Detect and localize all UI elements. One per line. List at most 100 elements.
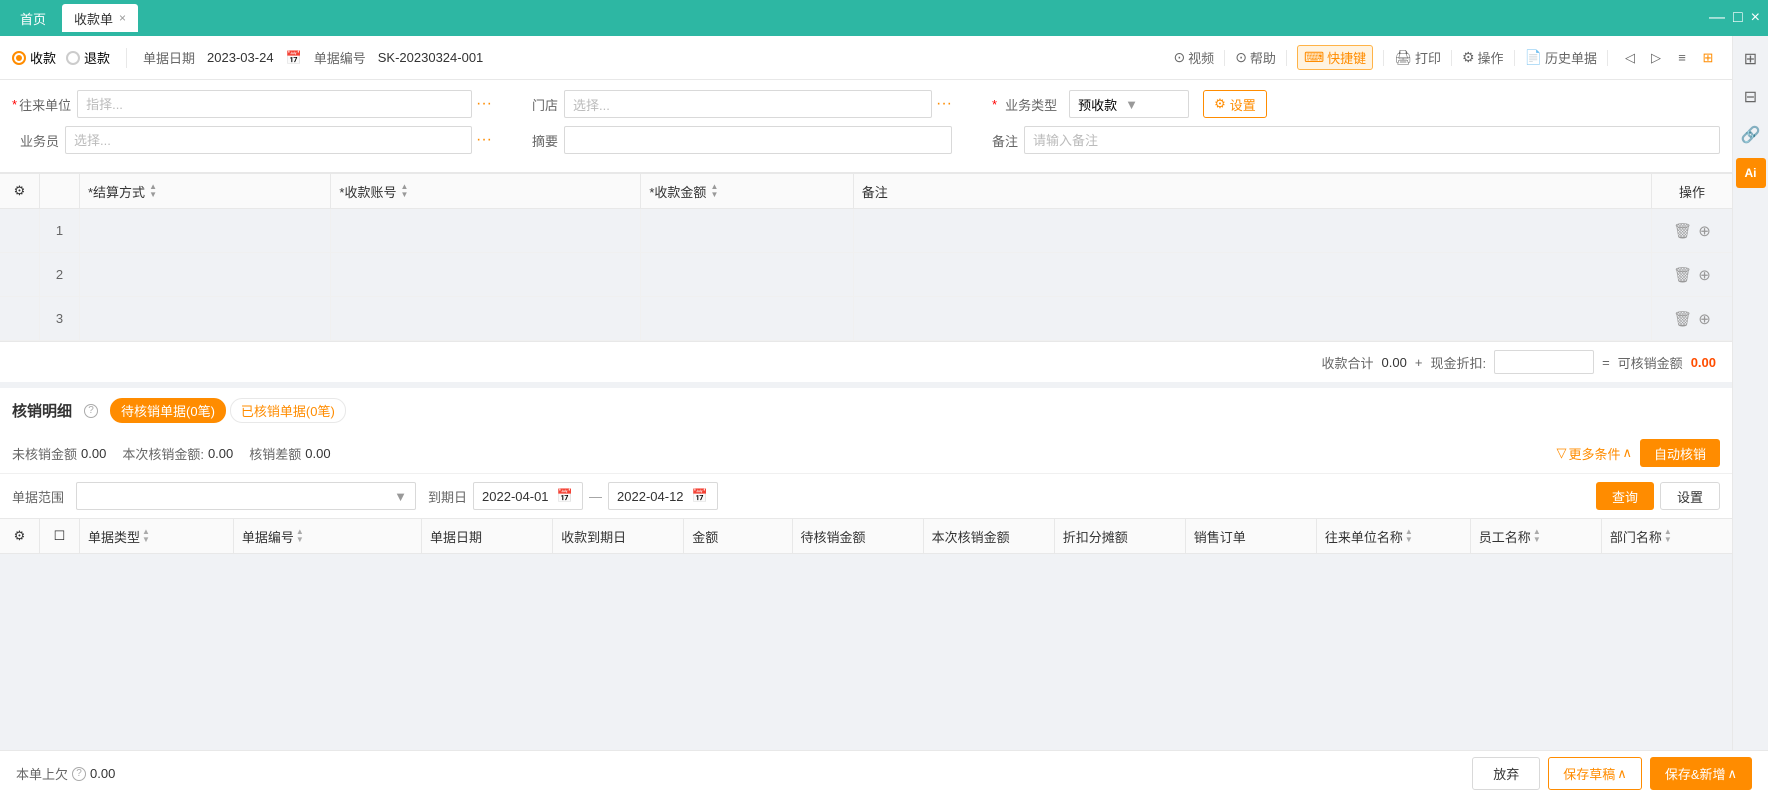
sort-staff[interactable]: ▲▼ — [1533, 528, 1541, 544]
discard-btn[interactable]: 放弃 — [1472, 757, 1540, 790]
save-draft-btn[interactable]: 保存草稿 ∧ — [1548, 757, 1642, 790]
save-new-btn[interactable]: 保存&新增 ∧ — [1650, 757, 1752, 790]
total-value: 0.00 — [1382, 355, 1407, 370]
bill-date-value[interactable]: 2023-03-24 — [207, 50, 274, 65]
copy-icon-2[interactable]: ⊕ — [1698, 266, 1711, 284]
video-btn[interactable]: ⊙ 视频 — [1173, 48, 1214, 67]
calendar-end-icon[interactable]: 📅 — [692, 488, 708, 504]
td-settings-3 — [0, 297, 40, 340]
td-amount-2[interactable] — [641, 253, 853, 296]
calendar-start-icon[interactable]: 📅 — [557, 488, 573, 504]
td-account-2[interactable] — [331, 253, 641, 296]
tab-receipt[interactable]: 收款单 × — [62, 4, 138, 32]
staff-input[interactable] — [65, 126, 472, 154]
operation-btn[interactable]: ⚙ 操作 — [1462, 48, 1504, 67]
copy-icon-1[interactable]: ⊕ — [1698, 222, 1711, 240]
help-btn[interactable]: ⊙ 帮助 — [1235, 48, 1276, 67]
receivable-value: 0.00 — [1691, 355, 1716, 370]
reconciliation-info-icon[interactable]: ? — [84, 404, 98, 418]
date-start-input[interactable]: 2022-04-01 📅 — [473, 482, 583, 510]
auto-reconcile-btn[interactable]: 自动核销 — [1640, 439, 1720, 467]
bill-range-select[interactable]: ▼ — [76, 482, 416, 510]
shortcut-btn[interactable]: ⌨ 快捷键 — [1297, 45, 1373, 70]
td-settings-2 — [0, 253, 40, 296]
tab-pending[interactable]: 待核销单据(0笔) — [110, 398, 226, 423]
remark-input[interactable] — [1024, 126, 1720, 154]
tab-done[interactable]: 已核销单据(0笔) — [230, 398, 346, 423]
right-panel-btn-3[interactable]: 🔗 — [1736, 120, 1766, 150]
th-remark: 备注 — [854, 174, 1652, 208]
td-account-1[interactable] — [331, 209, 641, 252]
shop-select[interactable]: 选择... — [564, 90, 932, 118]
dth-settings[interactable]: ⚙ — [0, 519, 40, 553]
layout-list-icon[interactable]: ≡ — [1670, 46, 1694, 70]
delete-icon-2[interactable]: 🗑 — [1673, 266, 1692, 284]
tab-close-icon[interactable]: × — [119, 11, 126, 25]
calendar-icon[interactable]: 📅 — [286, 50, 302, 66]
bill-no-value: SK-20230324-001 — [378, 50, 484, 65]
divider-1 — [126, 48, 127, 68]
td-amount-1[interactable] — [641, 209, 853, 252]
td-payment-method-3[interactable] — [80, 297, 331, 340]
delete-icon-3[interactable]: 🗑 — [1673, 310, 1692, 328]
counterpart-input[interactable] — [77, 90, 472, 118]
reconciliation-section: 核销明细 ? 待核销单据(0笔) 已核销单据(0笔) — [0, 382, 1732, 433]
summary-field: 摘要 — [532, 126, 952, 154]
minimize-icon[interactable]: — — [1709, 9, 1725, 27]
tab-home[interactable]: 首页 — [8, 4, 58, 32]
summary-input[interactable] — [564, 126, 952, 154]
counterpart-ellipsis-btn[interactable]: ··· — [476, 95, 492, 113]
layout-grid-icon[interactable]: ⊞ — [1696, 46, 1720, 70]
td-no-1: 1 — [40, 209, 80, 252]
td-amount-3[interactable] — [641, 297, 853, 340]
td-remark-3[interactable] — [854, 297, 1652, 340]
shop-ellipsis-btn[interactable]: ··· — [936, 95, 952, 113]
divider-2 — [1224, 50, 1225, 66]
more-conditions-btn[interactable]: ▽ 更多条件 ∧ — [1556, 444, 1632, 463]
sort-account[interactable]: ▲▼ — [400, 183, 408, 199]
right-panel-btn-ai[interactable]: Ai — [1736, 158, 1766, 188]
layout-prev-icon[interactable]: ◁ — [1618, 46, 1642, 70]
td-remark-2[interactable] — [854, 253, 1652, 296]
radio-receive[interactable]: 收款 — [12, 48, 56, 67]
td-account-3[interactable] — [331, 297, 641, 340]
table-row: 1 🗑 ⊕ — [0, 209, 1732, 253]
sort-payment-method[interactable]: ▲▼ — [149, 183, 157, 199]
layout-next-icon[interactable]: ▷ — [1644, 46, 1668, 70]
discount-input[interactable] — [1494, 350, 1594, 374]
td-no-2: 2 — [40, 253, 80, 296]
form-settings-btn[interactable]: ⚙ 设置 — [1203, 90, 1267, 118]
radio-refund[interactable]: 退款 — [66, 48, 110, 67]
sort-dept[interactable]: ▲▼ — [1664, 528, 1672, 544]
right-panel-btn-1[interactable]: ⊞ — [1736, 44, 1766, 74]
bottom-info-icon[interactable]: ? — [72, 767, 86, 781]
td-remark-1[interactable] — [854, 209, 1652, 252]
maximize-icon[interactable]: □ — [1733, 9, 1743, 27]
this-time-value: 0.00 — [208, 446, 233, 461]
date-end-input[interactable]: 2022-04-12 📅 — [608, 482, 718, 510]
summary-row: 收款合计 0.00 + 现金折扣: = 可核销金额 0.00 — [0, 341, 1732, 382]
filter-settings-btn[interactable]: 设置 — [1660, 482, 1720, 510]
dth-check[interactable]: ☐ — [40, 519, 80, 553]
sort-bill-type[interactable]: ▲▼ — [142, 528, 150, 544]
th-settings[interactable]: ⚙ — [0, 174, 40, 208]
total-label: 收款合计 — [1322, 353, 1374, 372]
bottom-info-label: 本单上欠 — [16, 764, 68, 783]
sort-amount[interactable]: ▲▼ — [710, 183, 718, 199]
print-btn[interactable]: 🖨 打印 — [1394, 48, 1441, 67]
delete-icon-1[interactable]: 🗑 — [1673, 222, 1692, 240]
close-icon[interactable]: × — [1751, 9, 1760, 27]
staff-ellipsis-btn[interactable]: ··· — [476, 131, 492, 149]
sort-bill-no[interactable]: ▲▼ — [296, 528, 304, 544]
copy-icon-3[interactable]: ⊕ — [1698, 310, 1711, 328]
th-operation: 操作 — [1652, 174, 1732, 208]
query-btn[interactable]: 查询 — [1596, 482, 1654, 510]
bill-no-label: 单据编号 — [314, 48, 366, 67]
business-type-select[interactable]: 预收款 ▼ — [1069, 90, 1189, 118]
history-btn[interactable]: 📄 历史单据 — [1525, 48, 1597, 67]
right-panel-btn-2[interactable]: ⊟ — [1736, 82, 1766, 112]
sort-from-unit[interactable]: ▲▼ — [1405, 528, 1413, 544]
td-payment-method-1[interactable] — [80, 209, 331, 252]
divider-4 — [1383, 50, 1384, 66]
td-payment-method-2[interactable] — [80, 253, 331, 296]
